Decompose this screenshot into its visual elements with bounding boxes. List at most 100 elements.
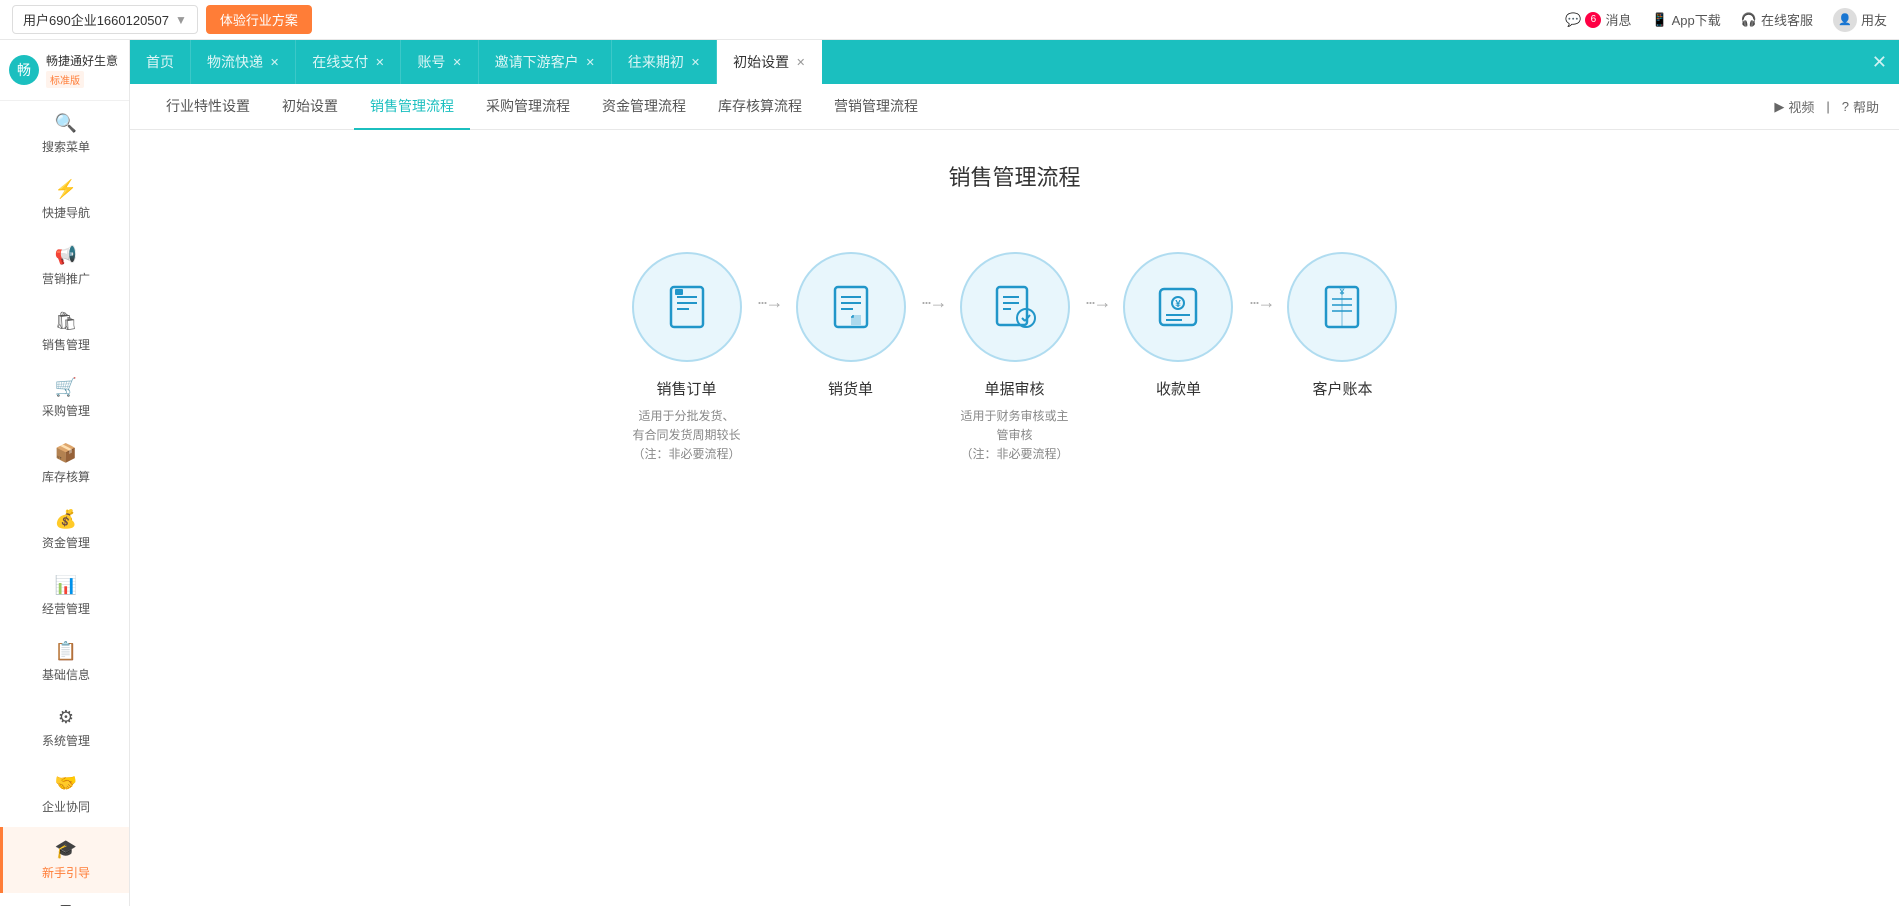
sub-tab-init-label: 初始设置 xyxy=(282,98,338,114)
video-label: 视频 xyxy=(1788,97,1814,116)
video-link[interactable]: ▶ 视频 xyxy=(1774,97,1814,116)
sub-tabs: 行业特性设置 初始设置 销售管理流程 采购管理流程 资金管理流程 库存核算流程 xyxy=(130,84,1899,130)
divider: | xyxy=(1826,99,1829,114)
nav-tab-invite-label: 邀请下游客户 xyxy=(495,52,579,72)
online-service-label: 在线客服 xyxy=(1761,10,1813,29)
logo-tag: 标准版 xyxy=(46,71,84,88)
sub-tab-marketing-flow[interactable]: 营销管理流程 xyxy=(818,84,934,130)
nav-tab-logistics[interactable]: 物流快递 ✕ xyxy=(191,40,296,84)
flow-circle-receipt[interactable]: ¥ xyxy=(1123,252,1233,362)
sub-tab-purchase-flow[interactable]: 采购管理流程 xyxy=(470,84,586,130)
sidebar-item-quick-nav[interactable]: ⚡ 快捷导航 xyxy=(0,167,129,233)
finance-icon: 💰 xyxy=(55,509,77,530)
flow-diagram: 销售订单 适用于分批发货、有合同发货周期较长（注：非必要流程） ···→ xyxy=(170,252,1859,465)
sub-tabs-right: ▶ 视频 | ? 帮助 xyxy=(1774,97,1879,116)
sidebar-system-label: 系统管理 xyxy=(42,732,90,749)
logo-title: 畅捷通好生意 xyxy=(46,52,118,69)
nav-tabs-bar: 首页 物流快递 ✕ 在线支付 ✕ 账号 ✕ 邀请下游客户 ✕ 往来期初 ✕ xyxy=(130,40,1899,84)
sidebar-item-app-center[interactable]: 📱 应用中心 xyxy=(0,893,129,906)
nav-tab-home[interactable]: 首页 xyxy=(130,40,191,84)
nav-tab-invite[interactable]: 邀请下游客户 ✕ xyxy=(479,40,612,84)
sidebar-item-finance[interactable]: 💰 资金管理 xyxy=(0,497,129,563)
user-selector[interactable]: 用户690企业1660120507 ▼ xyxy=(12,5,198,34)
flow-step-ledger: ¥ 客户账本 xyxy=(1262,252,1422,407)
trial-btn[interactable]: 体验行业方案 xyxy=(206,5,312,34)
collab-icon: 🤝 xyxy=(55,773,77,794)
sub-tab-init-settings[interactable]: 初始设置 xyxy=(266,84,354,130)
app-icon: 📱 xyxy=(1651,12,1667,28)
nav-tab-logistics-label: 物流快递 xyxy=(207,52,263,72)
init-settings-close-icon[interactable]: ✕ xyxy=(796,56,805,69)
sub-tab-inventory-flow-label: 库存核算流程 xyxy=(718,98,802,114)
nav-tab-account-label: 账号 xyxy=(417,52,445,72)
sidebar-sales-label: 销售管理 xyxy=(42,336,90,353)
flow-circle-ledger[interactable]: ¥ xyxy=(1287,252,1397,362)
logistics-close-icon[interactable]: ✕ xyxy=(270,56,279,69)
nav-tab-account[interactable]: 账号 ✕ xyxy=(401,40,478,84)
help-link[interactable]: ? 帮助 xyxy=(1842,97,1879,116)
nav-tabs-close-all[interactable]: ✕ xyxy=(1872,52,1899,73)
flow-step-invoice: 销货单 xyxy=(771,252,931,407)
user-label: 用户690企业1660120507 xyxy=(23,10,169,29)
nav-tab-period-init[interactable]: 往来期初 ✕ xyxy=(612,40,717,84)
sidebar-item-inventory[interactable]: 📦 库存核算 xyxy=(0,431,129,497)
sidebar-collab-label: 企业协同 xyxy=(42,798,90,815)
message-label: 消息 xyxy=(1605,10,1631,29)
review-title: 单据审核 xyxy=(984,378,1044,399)
ledger-title: 客户账本 xyxy=(1312,378,1372,399)
payment-close-icon[interactable]: ✕ xyxy=(375,56,384,69)
operations-icon: 📊 xyxy=(55,575,77,596)
sidebar-item-collab[interactable]: 🤝 企业协同 xyxy=(0,761,129,827)
sidebar-item-operations[interactable]: 📊 经营管理 xyxy=(0,563,129,629)
header-right: 💬 6 消息 📱 App下载 🎧 在线客服 👤 用友 xyxy=(1565,8,1887,32)
avatar: 👤 xyxy=(1833,8,1857,32)
sub-tab-purchase-flow-label: 采购管理流程 xyxy=(486,98,570,114)
sidebar-quick-nav-label: 快捷导航 xyxy=(42,204,90,221)
flow-circle-invoice[interactable] xyxy=(796,252,906,362)
sub-tab-sales-flow-label: 销售管理流程 xyxy=(370,98,454,114)
invite-close-icon[interactable]: ✕ xyxy=(586,56,595,69)
headset-icon: 🎧 xyxy=(1741,12,1757,28)
sidebar-item-marketing[interactable]: 📢 营销推广 xyxy=(0,233,129,299)
sidebar-item-search[interactable]: 🔍 搜索菜单 xyxy=(0,101,129,167)
message-item[interactable]: 💬 6 消息 xyxy=(1565,10,1631,29)
nav-tab-init-settings[interactable]: 初始设置 ✕ xyxy=(717,40,822,84)
sidebar-item-new-guide[interactable]: 🎓 新手引导 xyxy=(0,827,129,893)
nav-tab-payment[interactable]: 在线支付 ✕ xyxy=(296,40,401,84)
sidebar-item-system[interactable]: ⚙ 系统管理 xyxy=(0,695,129,761)
review-desc: 适用于财务审核或主管审核（注：非必要流程） xyxy=(960,407,1068,465)
flow-step-receipt: ¥ 收款单 xyxy=(1098,252,1258,407)
sidebar-operations-label: 经营管理 xyxy=(42,600,90,617)
new-guide-icon: 🎓 xyxy=(55,839,77,860)
dropdown-arrow-icon: ▼ xyxy=(175,13,187,27)
sub-tab-sales-flow[interactable]: 销售管理流程 xyxy=(354,84,470,130)
online-service-item[interactable]: 🎧 在线客服 xyxy=(1741,10,1813,29)
sidebar-item-sales[interactable]: 🛍 销售管理 xyxy=(0,299,129,365)
sub-tab-finance-flow[interactable]: 资金管理流程 xyxy=(586,84,702,130)
period-init-close-icon[interactable]: ✕ xyxy=(691,56,700,69)
nav-tab-payment-label: 在线支付 xyxy=(312,52,368,72)
sidebar-inventory-label: 库存核算 xyxy=(42,468,90,485)
app-download-item[interactable]: 📱 App下载 xyxy=(1651,10,1720,29)
right-area: 首页 物流快递 ✕ 在线支付 ✕ 账号 ✕ 邀请下游客户 ✕ 往来期初 ✕ xyxy=(130,40,1899,906)
flow-circle-review[interactable] xyxy=(960,252,1070,362)
user-menu-item[interactable]: 👤 用友 xyxy=(1833,8,1887,32)
sidebar-marketing-label: 营销推广 xyxy=(42,270,90,287)
page-content: 销售管理流程 xyxy=(130,130,1899,906)
sidebar-item-basic-info[interactable]: 📋 基础信息 xyxy=(0,629,129,695)
sales-order-desc: 适用于分批发货、有合同发货周期较长（注：非必要流程） xyxy=(633,407,741,465)
help-icon: ? xyxy=(1842,99,1849,114)
sub-tab-inventory-flow[interactable]: 库存核算流程 xyxy=(702,84,818,130)
account-close-icon[interactable]: ✕ xyxy=(452,56,461,69)
sidebar-new-guide-label: 新手引导 xyxy=(42,864,90,881)
flow-circle-sales-order[interactable] xyxy=(632,252,742,362)
marketing-icon: 📢 xyxy=(55,245,77,266)
sidebar-item-purchase[interactable]: 🛒 采购管理 xyxy=(0,365,129,431)
sub-tab-finance-flow-label: 资金管理流程 xyxy=(602,98,686,114)
header-left: 用户690企业1660120507 ▼ 体验行业方案 xyxy=(12,5,312,34)
sub-tab-industry-settings[interactable]: 行业特性设置 xyxy=(150,84,266,130)
content-area: 行业特性设置 初始设置 销售管理流程 采购管理流程 资金管理流程 库存核算流程 xyxy=(130,84,1899,906)
sales-order-title: 销售订单 xyxy=(657,378,717,399)
message-icon: 💬 xyxy=(1565,12,1581,28)
inventory-icon: 📦 xyxy=(55,443,77,464)
